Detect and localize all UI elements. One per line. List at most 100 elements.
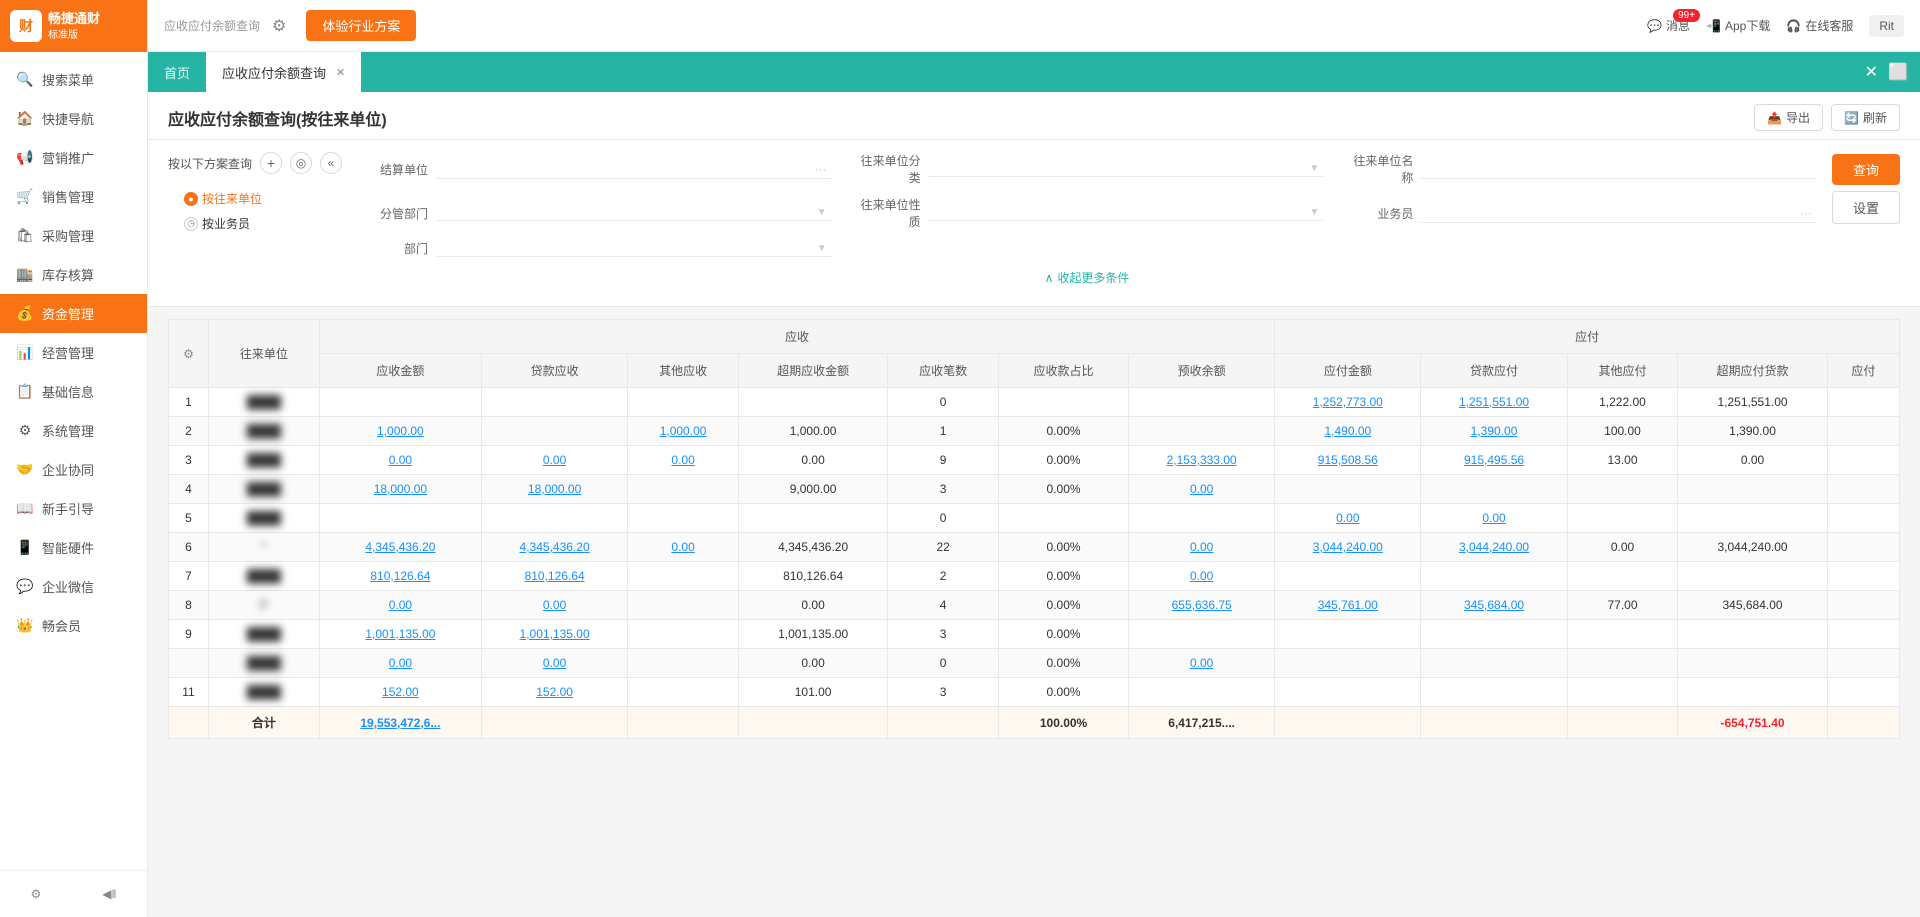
th-overdue-payable: 超期应付货款 [1678, 354, 1827, 388]
maximize-icon[interactable]: ⬜ [1888, 62, 1908, 82]
filter-dept-manager: 分管部门 ▼ [358, 196, 831, 230]
filter-fields: 结算单位 ··· 往来单位分类 ▼ [358, 152, 1816, 294]
sidebar-item-hardware[interactable]: 📱 智能硬件 [0, 528, 147, 567]
sidebar-item-sales[interactable]: 🛒 销售管理 [0, 177, 147, 216]
tab-home[interactable]: 首页 [148, 52, 206, 92]
th-loan-receivable: 贷款应收 [482, 354, 628, 388]
partner-category-select[interactable]: ▼ [929, 161, 1324, 177]
sidebar-item-operations[interactable]: 📊 经营管理 [0, 333, 147, 372]
th-other-receivable: 其他应收 [628, 354, 739, 388]
settlement-unit-dots[interactable]: ··· [815, 162, 827, 176]
filter-action-buttons: 查询 设置 [1832, 152, 1900, 224]
sidebar-item-purchase[interactable]: 🛍 采购管理 [0, 216, 147, 255]
table-row: 7████810,126.64810,126.64810,126.6420.00… [169, 562, 1900, 591]
operations-icon: 📊 [16, 344, 34, 361]
filter-collapse-button[interactable]: « [320, 152, 342, 174]
filter-schemes: ● 按往来单位 ◷ 按业务员 [176, 186, 342, 236]
tabbar-controls: ✕ ⬜ [1865, 62, 1920, 82]
filter-department: 部门 ▼ [358, 240, 831, 257]
user-info[interactable]: Rit [1869, 15, 1904, 37]
scheme-staff-icon: ◷ [184, 217, 198, 231]
partner-name-input[interactable] [1425, 162, 1812, 176]
sidebar-item-system[interactable]: ⚙ 系统管理 [0, 411, 147, 450]
dept-manager-select[interactable]: ▼ [436, 205, 831, 221]
filter-settings-button[interactable]: 设置 [1832, 191, 1900, 224]
export-button[interactable]: 📤 导出 [1754, 104, 1823, 131]
partner-nature-select[interactable]: ▼ [929, 205, 1324, 221]
main-area: 应收应付余额查询 ⚙ 体验行业方案 💬 消息 99+ 📲 App下载 🎧 在线客… [148, 0, 1920, 917]
chevron-down-icon-3: ▼ [1309, 207, 1319, 218]
sidebar-item-wechat[interactable]: 💬 企业微信 [0, 567, 147, 606]
settlement-unit-input-wrapper: ··· [436, 160, 831, 179]
chevron-down-icon: ▼ [1309, 163, 1319, 174]
th-group-payable: 应付 [1275, 320, 1900, 354]
sidebar-item-finance[interactable]: 💰 资金管理 [0, 294, 147, 333]
guide-icon: 📖 [16, 500, 34, 517]
scheme-by-partner[interactable]: ● 按往来单位 [176, 186, 342, 211]
table-row: 5████00.000.00 [169, 504, 1900, 533]
online-service-button[interactable]: 🎧 在线客服 [1786, 17, 1853, 34]
tab-close-icon[interactable]: ✕ [336, 66, 345, 79]
sales-icon: 🛒 [16, 188, 34, 205]
sidebar-item-search[interactable]: 🔍 搜索菜单 [0, 60, 147, 99]
data-table: ⚙ 往来单位 应收 应付 应收金额 贷款应收 其他应收 超期应收金额 应收笔数 … [168, 319, 1900, 739]
sidebar-item-guide[interactable]: 📖 新手引导 [0, 489, 147, 528]
chevron-down-icon-4: ▼ [817, 243, 827, 254]
gear-icon[interactable]: ⚙ [272, 16, 286, 36]
scheme-partner-icon: ● [184, 192, 198, 206]
th-partner: 往来单位 [209, 320, 320, 388]
th-payable-suffix: 应付 [1827, 354, 1899, 388]
scheme-by-staff[interactable]: ◷ 按业务员 [176, 211, 342, 236]
filter-settlement-unit: 结算单位 ··· [358, 152, 831, 186]
app-download-button[interactable]: 📲 App下载 [1706, 17, 1770, 34]
filter-add-button[interactable]: + [260, 152, 282, 174]
marketing-icon: 📢 [16, 149, 34, 166]
sidebar-item-basic[interactable]: 📋 基础信息 [0, 372, 147, 411]
sidebar-collapse-btn[interactable]: ◀‖ [96, 881, 122, 907]
salesperson-input[interactable] [1425, 206, 1800, 220]
sidebar-item-collab[interactable]: 🤝 企业协同 [0, 450, 147, 489]
sidebar-item-inventory[interactable]: 🏬 库存核算 [0, 255, 147, 294]
solution-button[interactable]: 体验行业方案 [306, 10, 416, 41]
tabbar: 首页 应收应付余额查询 ✕ ✕ ⬜ [148, 52, 1920, 92]
message-icon: 💬 [1647, 19, 1662, 33]
sidebar-item-marketing[interactable]: 📢 营销推广 [0, 138, 147, 177]
page-content: 应收应付余额查询(按往来单位) 📤 导出 🔄 刷新 按以下方案查询 [148, 92, 1920, 917]
settlement-unit-input[interactable] [440, 162, 815, 176]
filter-partner-category: 往来单位分类 ▼ [851, 152, 1324, 186]
sidebar-item-vip[interactable]: 👑 畅会员 [0, 606, 147, 645]
filter-salesperson: 业务员 ··· [1343, 196, 1816, 230]
sidebar-logo: 财 畅捷通财 标准版 [0, 0, 147, 52]
purchase-icon: 🛍 [16, 227, 34, 244]
footer-payable-total: -654,751.40 [1678, 707, 1827, 739]
basic-icon: 📋 [16, 383, 34, 400]
footer-receivable-total[interactable]: 19,553,472,6... [319, 707, 481, 739]
tab-query[interactable]: 应收应付余额查询 ✕ [206, 52, 361, 92]
vip-icon: 👑 [16, 617, 34, 634]
service-icon: 🎧 [1786, 19, 1801, 33]
salesperson-dots[interactable]: ··· [1800, 206, 1812, 220]
table-footer-row: 合计 19,553,472,6... 100.00% 6,417,215....… [169, 707, 1900, 739]
query-button[interactable]: 查询 [1832, 154, 1900, 185]
filter-rows: 结算单位 ··· 往来单位分类 ▼ [358, 152, 1816, 257]
collapse-more-button[interactable]: ∧ 收起更多条件 [358, 261, 1816, 294]
messages-button[interactable]: 💬 消息 99+ [1647, 17, 1690, 34]
collab-icon: 🤝 [16, 461, 34, 478]
table-row: 9████1,001,135.001,001,135.001,001,135.0… [169, 620, 1900, 649]
table-settings-icon[interactable]: ⚙ [183, 347, 194, 361]
close-window-icon[interactable]: ✕ [1865, 62, 1878, 82]
sidebar-item-quick[interactable]: 🏠 快捷导航 [0, 99, 147, 138]
footer-ratio-total: 100.00% [999, 707, 1129, 739]
sidebar-settings-btn[interactable]: ⚙ [25, 881, 48, 907]
wechat-icon: 💬 [16, 578, 34, 595]
table-row: 2████1,000.001,000.001,000.0010.00%1,490… [169, 417, 1900, 446]
sidebar-nav: 🔍 搜索菜单 🏠 快捷导航 📢 营销推广 🛒 销售管理 🛍 采购管理 🏬 库存核… [0, 52, 147, 870]
department-select[interactable]: ▼ [436, 241, 831, 257]
refresh-button[interactable]: 🔄 刷新 [1831, 104, 1900, 131]
page-title: 应收应付余额查询(按往来单位) [168, 106, 387, 130]
th-receivable-amount: 应收金额 [319, 354, 481, 388]
home-icon: 🏠 [16, 110, 34, 127]
th-receivable-count: 应收笔数 [888, 354, 999, 388]
filter-setting-button[interactable]: ◎ [290, 152, 312, 174]
logo-text: 畅捷通财 标准版 [48, 11, 100, 42]
